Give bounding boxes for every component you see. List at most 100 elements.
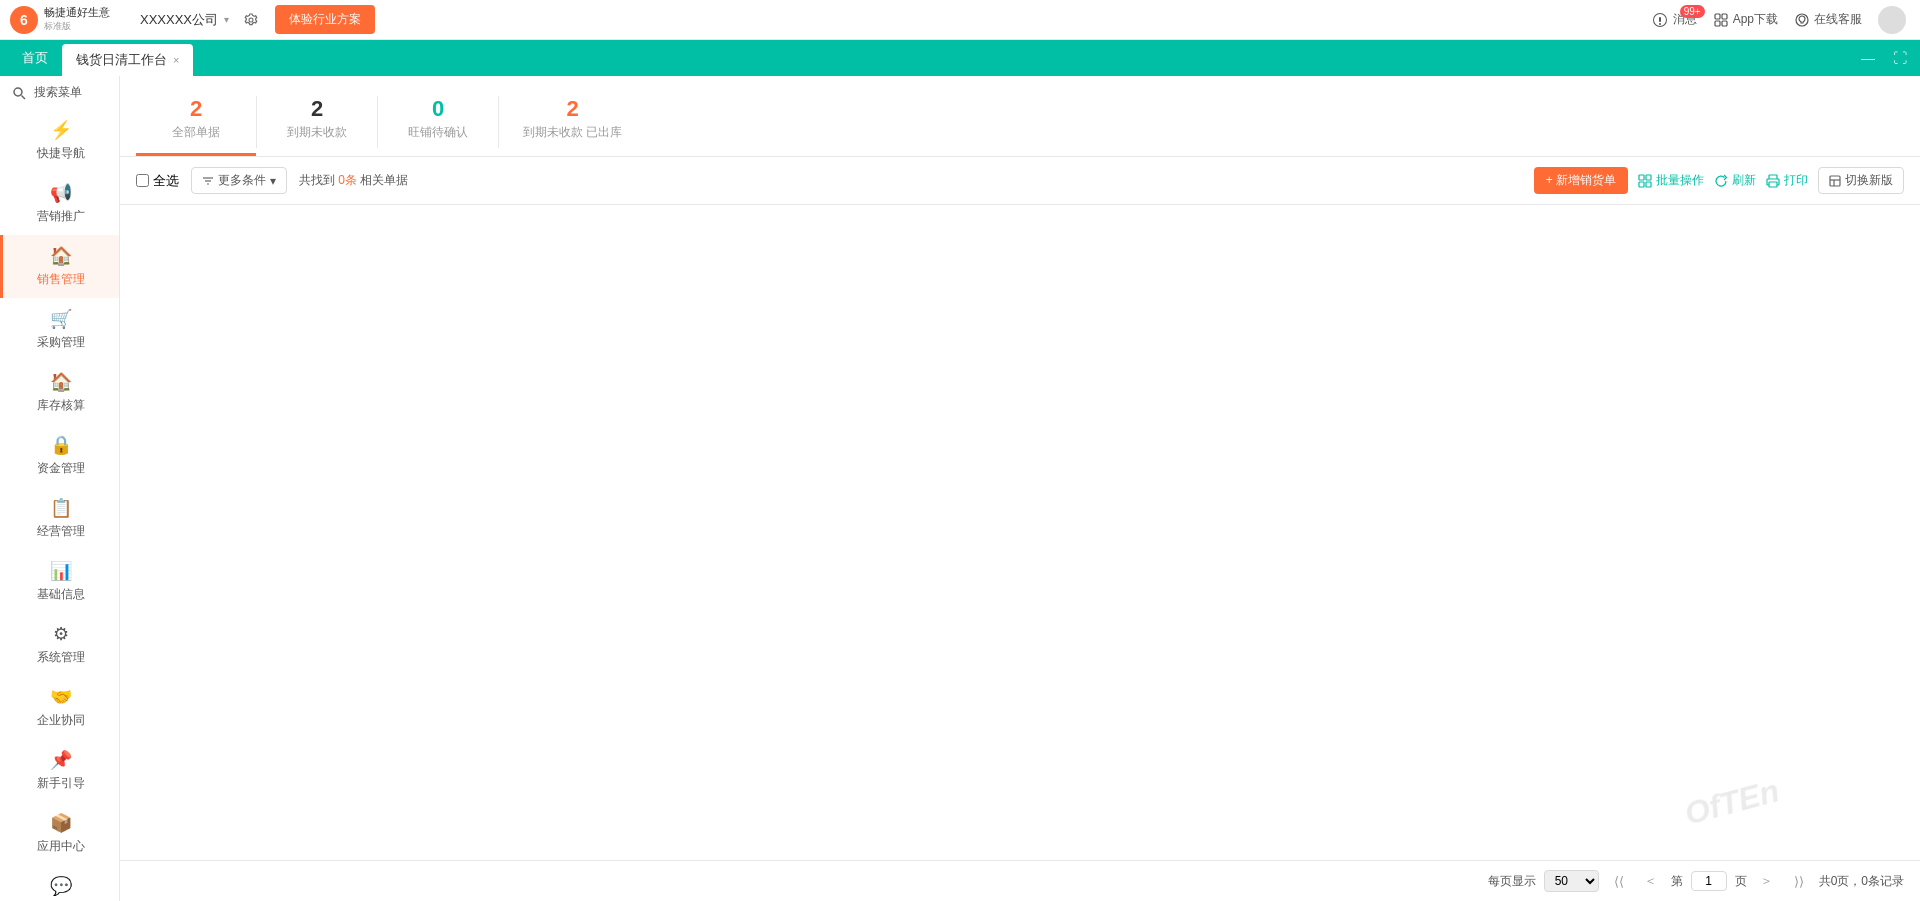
sidebar-item-label: 企业协同 bbox=[37, 712, 85, 729]
operations-icon: 📋 bbox=[50, 497, 72, 519]
tab-active-label: 钱货日清工作台 bbox=[76, 51, 167, 69]
sidebar-item-quick-nav[interactable]: ⚡ 快捷导航 bbox=[0, 109, 119, 172]
stat-count-pending: 0 bbox=[402, 96, 474, 122]
tab-home[interactable]: 首页 bbox=[8, 40, 62, 76]
stat-count-all: 2 bbox=[160, 96, 232, 122]
stats-tab-row: 2 全部单据 2 到期未收款 0 旺铺待确认 2 到期未收款 已出库 bbox=[136, 88, 1904, 156]
company-name: XXXXXX公司 bbox=[140, 11, 218, 29]
last-page-button[interactable]: ⟩⟩ bbox=[1787, 869, 1811, 893]
sidebar-item-label: 系统管理 bbox=[37, 649, 85, 666]
next-page-button[interactable]: ＞ bbox=[1755, 869, 1779, 893]
marketing-icon: 📢 bbox=[50, 182, 72, 204]
top-header: 6 畅捷通好生意 标准版 XXXXXX公司 ▾ 体验行业方案 消息 99+ bbox=[0, 0, 1920, 40]
svg-rect-2 bbox=[1715, 21, 1720, 26]
basic-info-icon: 📊 bbox=[50, 560, 72, 582]
filter-label: 更多条件 bbox=[218, 172, 266, 189]
first-page-button[interactable]: ⟨⟨ bbox=[1607, 869, 1631, 893]
found-suffix: 相关单据 bbox=[360, 173, 408, 187]
select-all-checkbox[interactable]: 全选 bbox=[136, 172, 179, 190]
logo-area: 6 畅捷通好生意 标准版 bbox=[10, 6, 130, 34]
tab-minimize-button[interactable]: — bbox=[1856, 46, 1880, 70]
svg-rect-1 bbox=[1722, 14, 1727, 19]
checkbox-input[interactable] bbox=[136, 174, 149, 187]
sidebar-item-enterprise[interactable]: 🤝 企业协同 bbox=[0, 676, 119, 739]
sidebar-item-label: 营销推广 bbox=[37, 208, 85, 225]
sidebar-item-guide[interactable]: 📌 新手引导 bbox=[0, 739, 119, 802]
sidebar-item-label: 应用中心 bbox=[37, 838, 85, 855]
add-sales-order-button[interactable]: + 新增销货单 bbox=[1534, 167, 1628, 194]
refresh-button[interactable]: 刷新 bbox=[1714, 172, 1756, 189]
avatar-image bbox=[1878, 6, 1906, 34]
per-page-label: 每页显示 bbox=[1488, 873, 1536, 890]
sidebar-item-label: 采购管理 bbox=[37, 334, 85, 351]
toolbar: 全选 更多条件 ▾ 共找到 0条 相关单据 + 新增销货单 bbox=[120, 157, 1920, 205]
logo-badge: 标准版 bbox=[44, 20, 110, 33]
user-avatar[interactable] bbox=[1878, 6, 1910, 34]
svg-rect-0 bbox=[1715, 14, 1720, 19]
tab-close-icon[interactable]: × bbox=[173, 54, 179, 66]
settings-button[interactable] bbox=[237, 6, 265, 34]
sidebar-item-system[interactable]: ⚙ 系统管理 bbox=[0, 613, 119, 676]
sidebar-item-marketing[interactable]: 📢 营销推广 bbox=[0, 172, 119, 235]
sidebar-item-wechat[interactable]: 💬 企业微信 bbox=[0, 865, 119, 901]
batch-label: 批量操作 bbox=[1656, 172, 1704, 189]
table-area bbox=[120, 205, 1920, 860]
svg-point-5 bbox=[14, 88, 22, 96]
print-button[interactable]: 打印 bbox=[1766, 172, 1808, 189]
found-text: 共找到 0条 相关单据 bbox=[299, 172, 408, 189]
svg-rect-12 bbox=[1639, 182, 1644, 187]
svg-line-6 bbox=[22, 95, 26, 99]
sidebar-item-label: 新手引导 bbox=[37, 775, 85, 792]
page-input[interactable] bbox=[1691, 871, 1727, 891]
company-selector[interactable]: XXXXXX公司 ▾ bbox=[140, 11, 229, 29]
quick-nav-icon: ⚡ bbox=[50, 119, 72, 141]
filter-icon bbox=[202, 175, 214, 187]
stat-tab-overdue-shipped[interactable]: 2 到期未收款 已出库 bbox=[499, 88, 646, 156]
app-download-button[interactable]: App下载 bbox=[1713, 11, 1778, 28]
svg-rect-3 bbox=[1722, 21, 1727, 26]
try-industry-button[interactable]: 体验行业方案 bbox=[275, 5, 375, 34]
filter-arrow-icon: ▾ bbox=[270, 174, 276, 188]
sidebar-item-sales[interactable]: 🏠 销售管理 bbox=[0, 235, 119, 298]
stat-label-pending: 旺铺待确认 bbox=[402, 124, 474, 141]
sidebar-item-basic-info[interactable]: 📊 基础信息 bbox=[0, 550, 119, 613]
sidebar-item-purchase[interactable]: 🛒 采购管理 bbox=[0, 298, 119, 361]
svg-rect-16 bbox=[1830, 176, 1840, 186]
sidebar-item-label: 经营管理 bbox=[37, 523, 85, 540]
switch-new-version-button[interactable]: 切换新版 bbox=[1818, 167, 1904, 194]
sidebar-item-inventory[interactable]: 🏠 库存核算 bbox=[0, 361, 119, 424]
chevron-down-icon: ▾ bbox=[224, 14, 229, 25]
stat-tab-all[interactable]: 2 全部单据 bbox=[136, 88, 256, 156]
tab-bar-actions: — ⛶ bbox=[1856, 46, 1912, 70]
wechat-icon: 💬 bbox=[50, 875, 72, 897]
tab-active[interactable]: 钱货日清工作台 × bbox=[62, 44, 193, 76]
stat-label-overdue: 到期未收款 bbox=[281, 124, 353, 141]
toolbar-right: + 新增销货单 批量操作 刷新 bbox=[1534, 167, 1904, 194]
sidebar-item-app-center[interactable]: 📦 应用中心 bbox=[0, 802, 119, 865]
search-menu-label: 搜索菜单 bbox=[34, 84, 82, 101]
stat-tab-pending[interactable]: 0 旺铺待确认 bbox=[378, 88, 498, 156]
found-prefix: 共找到 bbox=[299, 173, 335, 187]
sales-icon: 🏠 bbox=[50, 245, 72, 267]
enterprise-icon: 🤝 bbox=[50, 686, 72, 708]
sidebar-item-operations[interactable]: 📋 经营管理 bbox=[0, 487, 119, 550]
prev-page-button[interactable]: ＜ bbox=[1639, 869, 1663, 893]
inventory-icon: 🏠 bbox=[50, 371, 72, 393]
found-count: 0条 bbox=[338, 173, 357, 187]
select-all-label: 全选 bbox=[153, 172, 179, 190]
total-info: 共0页，0条记录 bbox=[1819, 873, 1904, 890]
sidebar-item-label: 快捷导航 bbox=[37, 145, 85, 162]
pagination-bar: 每页显示 10 20 50 100 ⟨⟨ ＜ 第 页 ＞ ⟩⟩ 共0页，0条记录 bbox=[120, 860, 1920, 901]
header-right: 消息 99+ App下载 在线客服 bbox=[1651, 6, 1910, 34]
sidebar-item-label: 资金管理 bbox=[37, 460, 85, 477]
per-page-select[interactable]: 10 20 50 100 bbox=[1544, 870, 1599, 892]
online-support-button[interactable]: 在线客服 bbox=[1794, 11, 1862, 28]
stat-label-overdue-shipped: 到期未收款 已出库 bbox=[523, 124, 622, 141]
tab-expand-button[interactable]: ⛶ bbox=[1888, 46, 1912, 70]
sidebar-item-finance[interactable]: 🔒 资金管理 bbox=[0, 424, 119, 487]
filter-button[interactable]: 更多条件 ▾ bbox=[191, 167, 287, 194]
search-menu-item[interactable]: 搜索菜单 bbox=[0, 76, 119, 109]
stat-tab-overdue[interactable]: 2 到期未收款 bbox=[257, 88, 377, 156]
batch-operation-button[interactable]: 批量操作 bbox=[1638, 172, 1704, 189]
messages-button[interactable]: 消息 99+ bbox=[1651, 11, 1697, 29]
